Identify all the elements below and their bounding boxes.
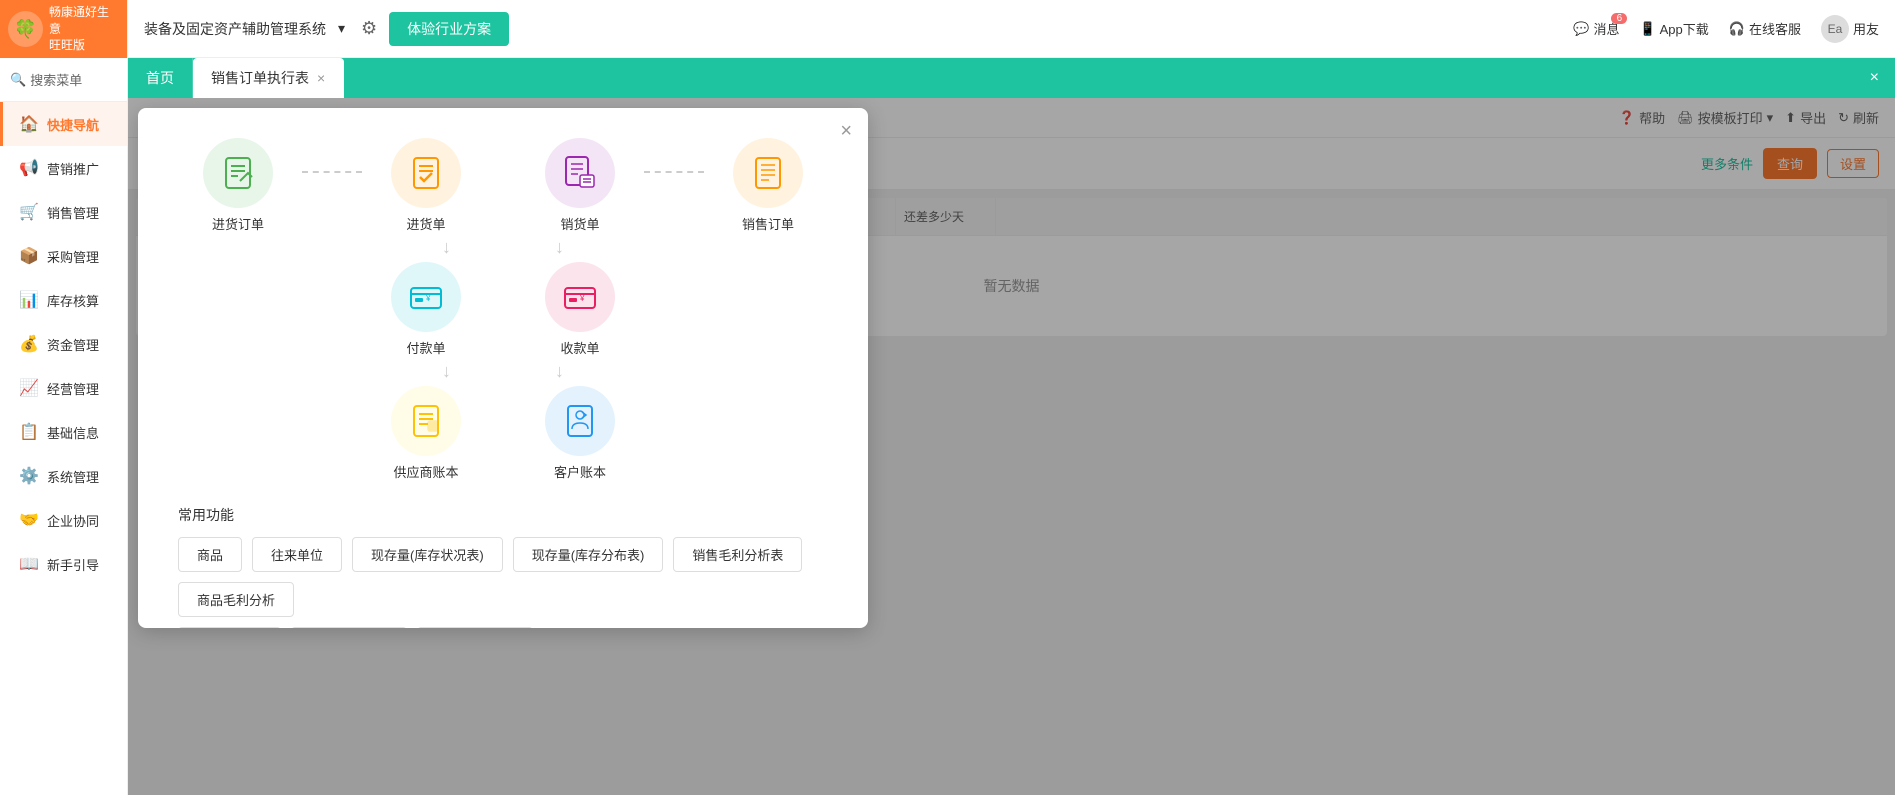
tab-sales-order[interactable]: 销售订单执行表 × [193,58,344,98]
sidebar-item-inventory[interactable]: 📊 库存核算 [0,278,127,322]
service-icon: 🎧 [1729,21,1745,37]
tabbar: 首页 销售订单执行表 × × [128,58,1895,98]
user-item[interactable]: Ea 用友 [1821,15,1879,43]
download-icon: 📱 [1639,21,1655,37]
flow-node-customer-ledger[interactable]: 客户账本 [520,386,640,481]
common-functions-section: 常用功能 商品 往来单位 现存量(库存状况表) 现存量(库存分布表) 销售毛利分… [178,505,828,628]
avatar: Ea [1821,15,1849,43]
purchase-bill-circle [391,138,461,208]
online-service-item[interactable]: 🎧 在线客服 [1729,19,1801,38]
main-area: 装备及固定资产辅助管理系统 ▾ ⚙ 体验行业方案 💬 消息 6 📱 App下载 … [128,0,1895,795]
enterprise-icon: 🤝 [19,510,39,530]
message-badge: 6 [1611,13,1627,24]
receipt-bill-circle: ¥ [545,262,615,332]
sidebar: 🍀 畅康通好生意 旺旺版 🔍 搜索菜单 🏠 快捷导航 📢 营销推广 🛒 销售管理… [0,0,128,795]
topbar-right: 💬 消息 6 📱 App下载 🎧 在线客服 Ea 用友 [1573,15,1879,43]
sidebar-item-guide[interactable]: 📖 新手引导 [0,542,127,586]
flow-node-supplier-ledger[interactable]: 供应商账本 [366,386,486,481]
customer-ledger-circle [545,386,615,456]
sidebar-item-system[interactable]: ⚙️ 系统管理 [0,454,127,498]
system-title: 装备及固定资产辅助管理系统 [144,19,326,39]
marketing-icon: 📢 [19,158,39,178]
finance-icon: 💰 [19,334,39,354]
arrow-down-sales-bill: ↓ [555,233,564,262]
logo-text: 畅康通好生意 旺旺版 [49,4,119,54]
sidebar-item-enterprise[interactable]: 🤝 企业协同 [0,498,127,542]
function-buttons-row2: 销售排行榜 收款情况统计 付款情况统计 [178,627,828,628]
tab-home[interactable]: 首页 [128,58,193,98]
guide-icon: 📖 [19,554,39,574]
sidebar-item-marketing[interactable]: 📢 营销推广 [0,146,127,190]
func-btn-stock-status[interactable]: 现存量(库存状况表) [352,537,503,572]
common-functions-title: 常用功能 [178,505,828,525]
flow-node-sales-order[interactable]: 销售订单 [708,138,828,233]
func-btn-partner[interactable]: 往来单位 [252,537,342,572]
chevron-down-icon: ▾ [338,20,345,37]
system-dropdown[interactable]: ▾ [338,20,345,37]
sidebar-item-finance[interactable]: 💰 资金管理 [0,322,127,366]
arrow-down-purchase-bill: ↓ [442,233,451,262]
message-item[interactable]: 💬 消息 6 [1573,19,1619,38]
modal-overlay[interactable]: × [128,98,1895,795]
function-buttons-row1: 商品 往来单位 现存量(库存状况表) 现存量(库存分布表) 销售毛利分析表 商品… [178,537,828,617]
func-btn-payment-stats[interactable]: 付款情况统计 [417,627,533,628]
experience-button[interactable]: 体验行业方案 [389,12,509,46]
sidebar-nav: 🏠 快捷导航 📢 营销推广 🛒 销售管理 📦 采购管理 📊 库存核算 💰 资金管… [0,102,127,795]
flow-node-payment-bill[interactable]: ¥ 付款单 [366,262,486,357]
message-icon: 💬 [1573,21,1589,37]
app-download-item[interactable]: 📱 App下载 [1639,19,1708,38]
arrow-down-payment-bill: ↓ [442,357,451,386]
flow-node-receipt-bill[interactable]: ¥ 收款单 [520,262,640,357]
flow-node-purchase-order[interactable]: 进货订单 [178,138,298,233]
sidebar-item-quick-nav[interactable]: 🏠 快捷导航 [0,102,127,146]
flow-node-purchase-bill[interactable]: 进货单 [366,138,486,233]
sidebar-item-basic-info[interactable]: 📋 基础信息 [0,410,127,454]
payment-bill-circle: ¥ [391,262,461,332]
sidebar-item-business[interactable]: 📈 经营管理 [0,366,127,410]
settings-icon[interactable]: ⚙ [361,18,377,39]
tab-close-icon[interactable]: × [317,70,325,86]
business-icon: 📈 [19,378,39,398]
topbar: 装备及固定资产辅助管理系统 ▾ ⚙ 体验行业方案 💬 消息 6 📱 App下载 … [128,0,1895,58]
logo-icon: 🍀 [8,11,43,47]
logo-area: 🍀 畅康通好生意 旺旺版 [0,0,127,58]
func-btn-sales-margin[interactable]: 销售毛利分析表 [673,537,802,572]
close-all-button[interactable]: × [1854,69,1895,87]
flow-diagram: 进货订单 [178,138,828,481]
modal-close-button[interactable]: × [840,120,852,143]
sales-icon: 🛒 [19,202,39,222]
func-btn-stock-dist[interactable]: 现存量(库存分布表) [513,537,664,572]
func-btn-product-margin[interactable]: 商品毛利分析 [178,582,294,617]
purchase-order-circle [203,138,273,208]
supplier-ledger-circle [391,386,461,456]
svg-text:¥: ¥ [579,294,585,303]
arrow-down-receipt-bill: ↓ [555,357,564,386]
func-btn-product[interactable]: 商品 [178,537,242,572]
purchase-icon: 📦 [19,246,39,266]
search-icon: 🔍 [10,72,26,88]
svg-text:¥: ¥ [425,294,431,303]
inventory-icon: 📊 [19,290,39,310]
sidebar-item-purchase[interactable]: 📦 采购管理 [0,234,127,278]
system-icon: ⚙️ [19,466,39,486]
basic-info-icon: 📋 [19,422,39,442]
flow-node-sales-bill[interactable]: 销货单 [520,138,640,233]
home-icon: 🏠 [19,114,39,134]
search-menu-button[interactable]: 🔍 搜索菜单 [8,66,119,93]
sales-order-circle [733,138,803,208]
close-all-icon: × [1870,69,1879,86]
sidebar-item-sales[interactable]: 🛒 销售管理 [0,190,127,234]
sales-bill-circle [545,138,615,208]
quick-nav-modal: × [138,108,868,628]
content-area: ❓ 帮助 🖨 按模板打印 ▾ ⬆ 导出 ↻ 刷新 📅 单据状态 [128,98,1895,795]
func-btn-sales-ranking[interactable]: 销售排行榜 [178,627,281,628]
sidebar-search-area: 🔍 搜索菜单 [0,58,127,102]
func-btn-receipt-stats[interactable]: 收款情况统计 [291,627,407,628]
